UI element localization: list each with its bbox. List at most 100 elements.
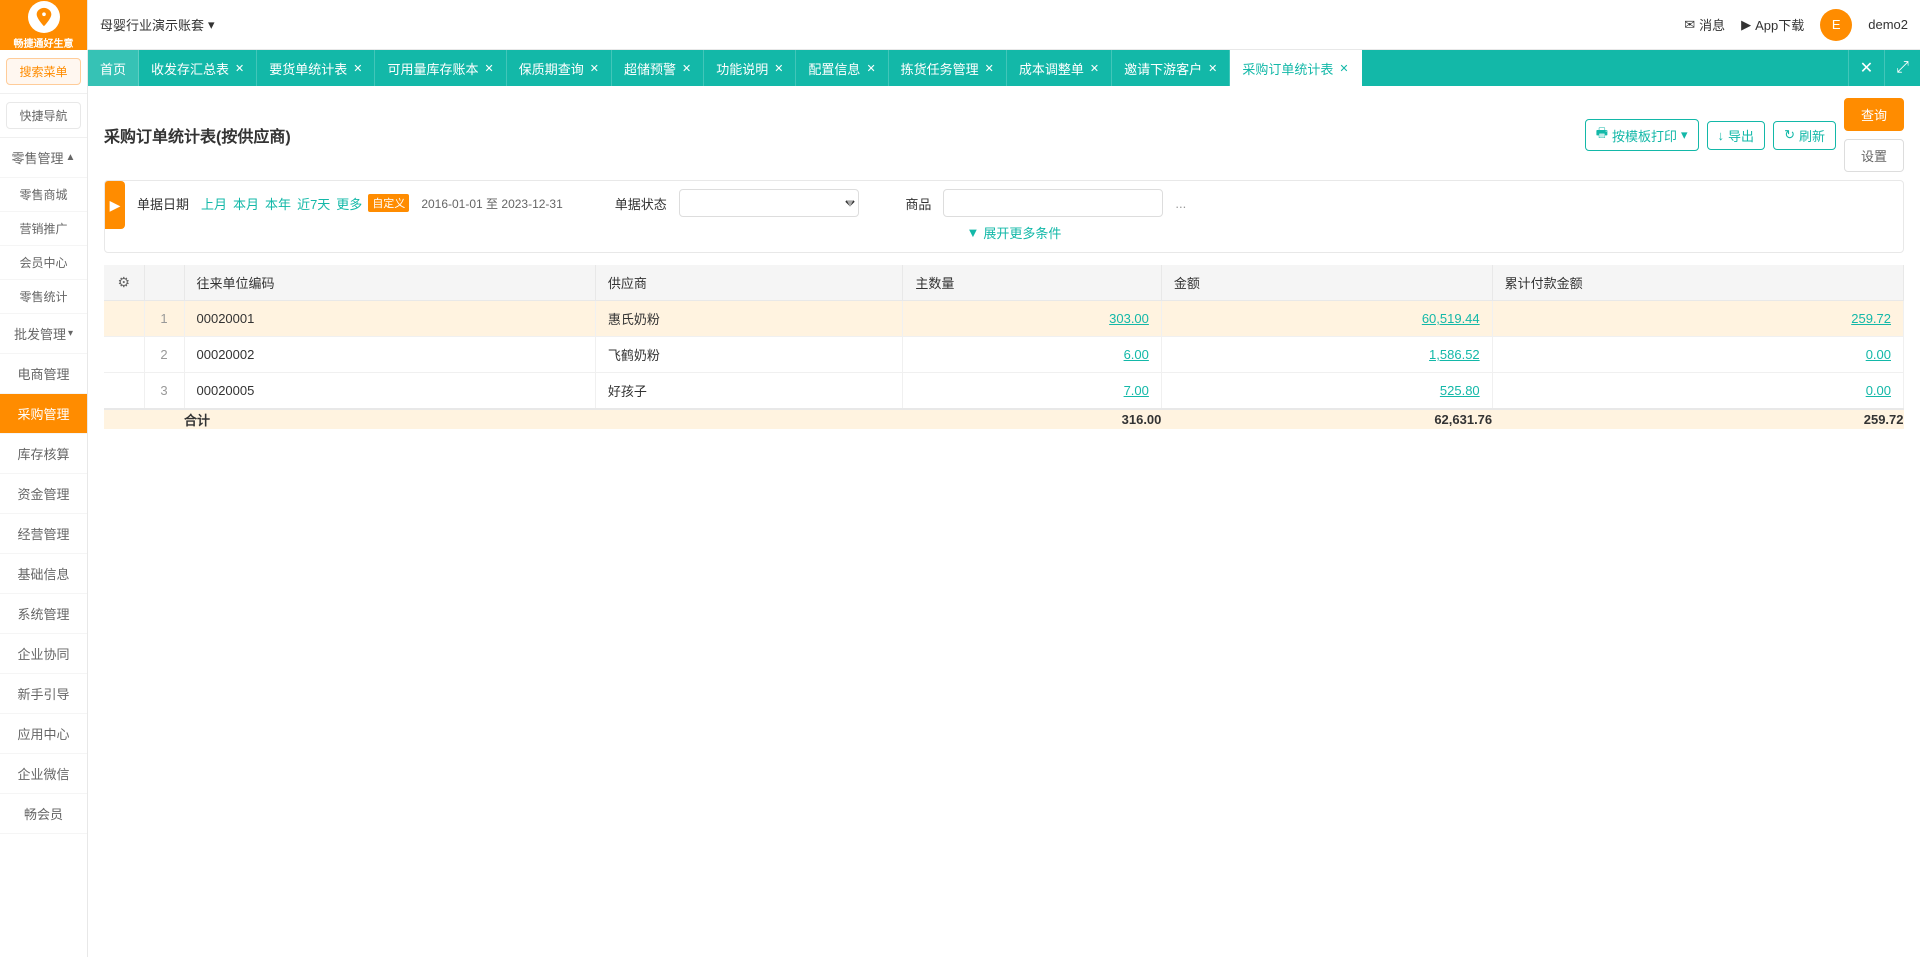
sidebar-item-weixin[interactable]: 企业微信 [0,754,87,794]
table-row[interactable]: 3 00020005 好孩子 7.00 525.80 0.00 [104,373,1904,410]
tab-shoufahuizong-close-icon[interactable]: ✕ [235,62,244,75]
app-download-button[interactable]: ▶ App下载 [1741,15,1804,34]
gear-icon[interactable]: ⚙ [117,274,130,290]
tab-chaochu-close-icon[interactable]: ✕ [682,62,691,75]
row2-amount[interactable]: 1,586.52 [1161,337,1492,373]
username[interactable]: demo2 [1868,17,1908,32]
row1-paid[interactable]: 259.72 [1492,301,1903,337]
sidebar: 畅捷通好生意 搜索菜单 快捷导航 零售管理 ▲ 零售商城 营销推广 会员中心 零… [0,0,88,957]
export-button[interactable]: ↓ 导出 [1707,121,1766,150]
tab-caigoudantongji-close-icon[interactable]: ✕ [1339,62,1348,75]
tab-close-all-button[interactable]: ✕ [1848,50,1884,86]
refresh-button[interactable]: ↻ 刷新 [1773,121,1836,150]
goods-input[interactable] [943,189,1163,217]
tab-caigoudantongji[interactable]: 采购订单统计表 ✕ [1230,50,1361,86]
tab-panhuo[interactable]: 拣货任务管理 ✕ [889,50,1007,86]
message-button[interactable]: ✉ 消息 [1684,15,1725,34]
tab-peizhi[interactable]: 配置信息 ✕ [796,50,888,86]
sidebar-item-retail[interactable]: 零售管理 ▲ [0,138,87,178]
row2-qty[interactable]: 6.00 [903,337,1162,373]
tab-yaohuodantongji-close-icon[interactable]: ✕ [353,62,362,75]
sidebar-item-retail-stat[interactable]: 零售统计 [0,280,87,314]
shortcut-last-month[interactable]: 上月 [201,194,227,213]
tab-keyongliang-label: 可用量库存账本 [387,59,478,78]
row3-paid[interactable]: 0.00 [1492,373,1903,410]
quicknav-btn-container: 快捷导航 [0,94,87,138]
tab-yaoqing-close-icon[interactable]: ✕ [1208,62,1217,75]
date-from[interactable]: 2016-01-01 [421,197,482,211]
sidebar-item-operation[interactable]: 经营管理 [0,514,87,554]
tab-yaoqing[interactable]: 邀请下游客户 ✕ [1112,50,1230,86]
sidebar-item-collab[interactable]: 企业协同 [0,634,87,674]
date-to[interactable]: 2023-12-31 [501,197,562,211]
filter-collapse-button[interactable]: ▶ [105,181,125,229]
shortcut-this-year[interactable]: 本年 [265,194,291,213]
setting-button[interactable]: 设置 [1844,139,1904,172]
quicknav-button[interactable]: 快捷导航 [6,102,81,129]
col-qty: 主数量 [903,265,1162,301]
tab-chaochu[interactable]: 超储预警 ✕ [612,50,704,86]
sidebar-item-wholesale[interactable]: 批发管理 ▾ [0,314,87,354]
shortcut-7days[interactable]: 近7天 [297,194,330,213]
workspace-selector[interactable]: 母婴行业演示账套 ▾ [100,15,215,34]
row3-qty[interactable]: 7.00 [903,373,1162,410]
tab-expand-button[interactable]: ⤢ [1884,50,1920,86]
row1-amount[interactable]: 60,519.44 [1161,301,1492,337]
sidebar-item-purchase[interactable]: 采购管理 [0,394,87,434]
row1-qty[interactable]: 303.00 [903,301,1162,337]
tab-peizhi-label: 配置信息 [808,59,860,78]
sidebar-item-retail-stat-label: 零售统计 [19,288,67,305]
tab-shoufahuizong[interactable]: 收发存汇总表 ✕ [139,50,257,86]
table-row[interactable]: 1 00020001 惠氏奶粉 303.00 60,519.44 259.72 [104,301,1904,337]
sidebar-item-retail-shop[interactable]: 零售商城 [0,178,87,212]
tab-panhuo-close-icon[interactable]: ✕ [985,62,994,75]
tab-yaoqing-label: 邀请下游客户 [1124,59,1202,78]
tab-yaohuodantongji[interactable]: 要货单统计表 ✕ [257,50,375,86]
tab-gongneng-label: 功能说明 [716,59,768,78]
sidebar-item-finance[interactable]: 资金管理 [0,474,87,514]
tab-peizhi-close-icon[interactable]: ✕ [866,62,875,75]
user-avatar[interactable]: E [1820,9,1852,41]
status-select[interactable] [679,189,859,217]
app-icon: ▶ [1741,17,1751,33]
goods-more-button[interactable]: ... [1175,196,1186,211]
sidebar-item-vip[interactable]: 畅会员 [0,794,87,834]
row3-supplier: 好孩子 [595,373,903,410]
row3-amount[interactable]: 525.80 [1161,373,1492,410]
footer-label: 合计 [184,409,595,429]
tab-chengben[interactable]: 成本调整单 ✕ [1007,50,1112,86]
sidebar-item-system[interactable]: 系统管理 [0,594,87,634]
search-menu-button[interactable]: 搜索菜单 [6,58,81,85]
sidebar-item-operation-label: 经营管理 [17,524,69,543]
message-label: 消息 [1699,15,1725,34]
sidebar-item-weixin-label: 企业微信 [17,764,69,783]
tab-gongneng[interactable]: 功能说明 ✕ [704,50,796,86]
table-row[interactable]: 2 00020002 飞鹤奶粉 6.00 1,586.52 0.00 [104,337,1904,373]
tab-baozhanqi[interactable]: 保质期查询 ✕ [507,50,612,86]
expand-more-btn[interactable]: ▼ 展开更多条件 [967,223,1062,242]
sidebar-item-marketing[interactable]: 营销推广 [0,212,87,246]
sidebar-item-ecom[interactable]: 电商管理 [0,354,87,394]
tab-home[interactable]: 首页 [88,50,139,86]
row2-paid[interactable]: 0.00 [1492,337,1903,373]
print-button[interactable]: 🖶 按模板打印 ▾ [1585,119,1699,151]
tab-keyongliang-close-icon[interactable]: ✕ [485,62,494,75]
tab-gongneng-close-icon[interactable]: ✕ [774,62,783,75]
topbar-right: ✉ 消息 ▶ App下载 E demo2 [1684,9,1908,41]
logo: 畅捷通好生意 [0,0,87,50]
shortcut-more[interactable]: 更多 [336,194,362,213]
sidebar-item-newguide[interactable]: 新手引导 [0,674,87,714]
tab-baozhanqi-close-icon[interactable]: ✕ [590,62,599,75]
sidebar-item-basic[interactable]: 基础信息 [0,554,87,594]
sidebar-item-inventory[interactable]: 库存核算 [0,434,87,474]
goods-label: 商品 [905,194,931,213]
tab-keyongliang[interactable]: 可用量库存账本 ✕ [375,50,506,86]
col-gear[interactable]: ⚙ [104,265,144,301]
sidebar-item-appcenter-label: 应用中心 [17,724,69,743]
search-menu-btn-container: 搜索菜单 [0,50,87,94]
tab-chengben-close-icon[interactable]: ✕ [1090,62,1099,75]
shortcut-this-month[interactable]: 本月 [233,194,259,213]
query-button[interactable]: 查询 [1844,98,1904,131]
sidebar-item-member[interactable]: 会员中心 [0,246,87,280]
sidebar-item-appcenter[interactable]: 应用中心 [0,714,87,754]
